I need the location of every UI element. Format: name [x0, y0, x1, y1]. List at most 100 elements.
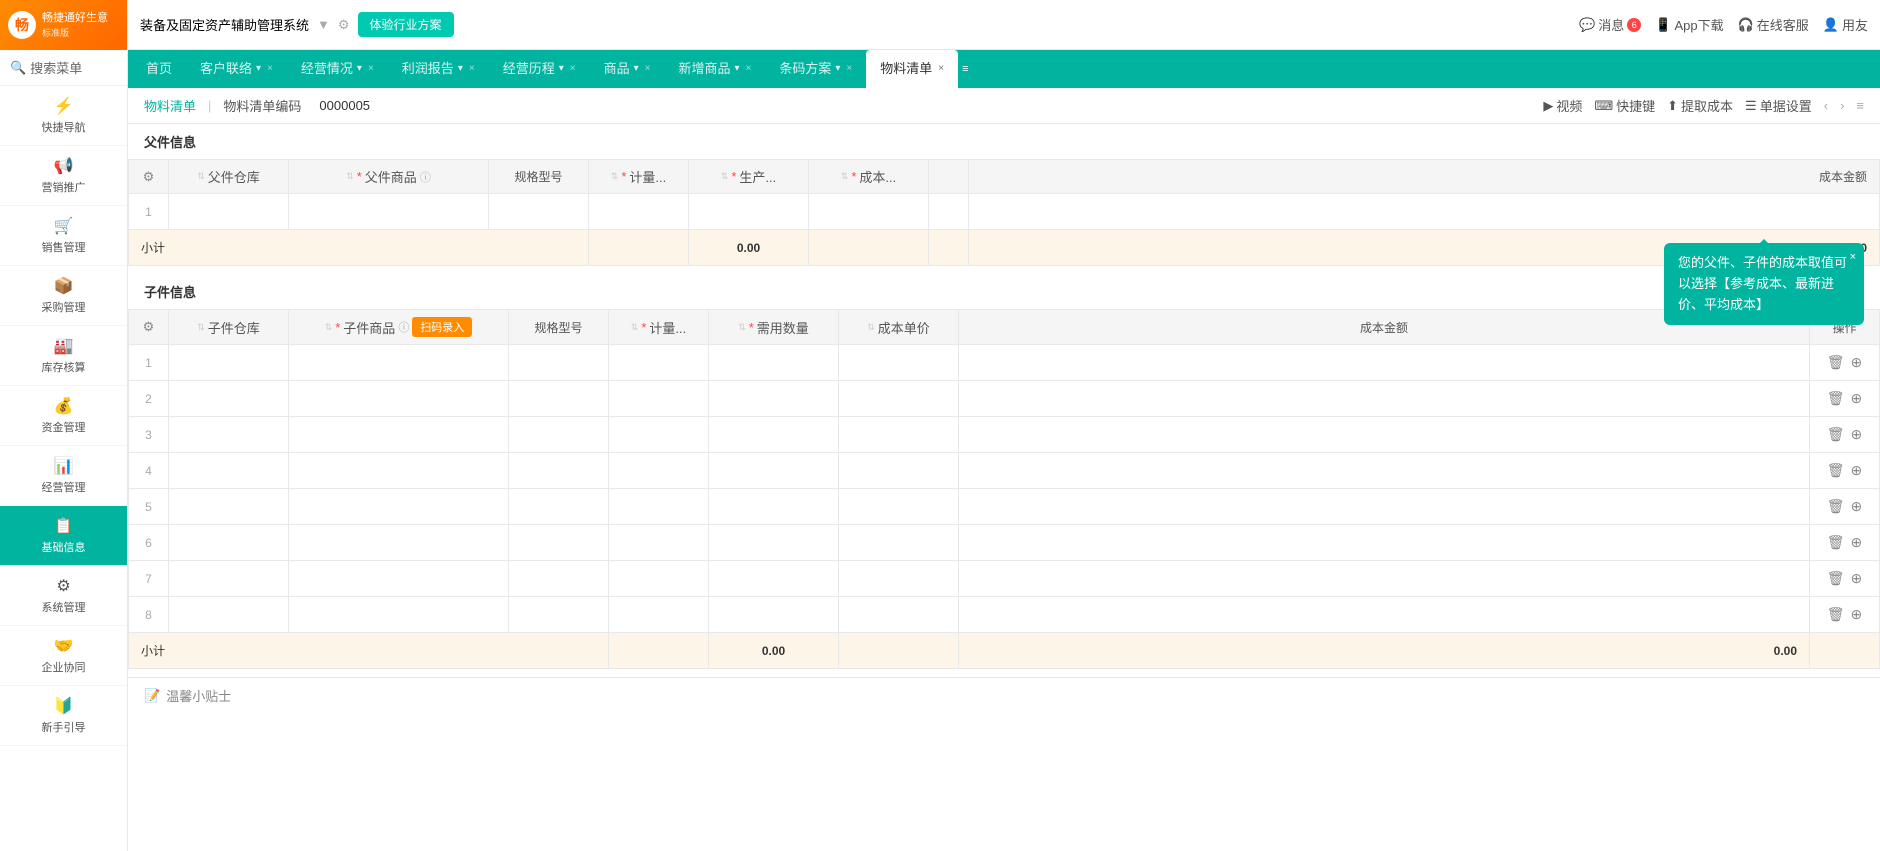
- close-icon[interactable]: ×: [645, 50, 651, 88]
- child-qty-cell[interactable]: [709, 417, 839, 453]
- close-all-tabs[interactable]: ≡: [962, 63, 968, 75]
- tab-barcode[interactable]: 条码方案 ▾ ×: [765, 50, 866, 88]
- child-warehouse-cell[interactable]: [169, 597, 289, 633]
- breadcrumb[interactable]: 物料清单: [144, 96, 196, 115]
- parent-produce-cell[interactable]: [689, 194, 809, 230]
- parent-warehouse-cell[interactable]: [169, 194, 289, 230]
- child-unit-price-cell[interactable]: [839, 381, 959, 417]
- child-unit-price-cell[interactable]: [839, 525, 959, 561]
- close-icon[interactable]: ×: [570, 50, 576, 88]
- child-qty-cell[interactable]: [709, 525, 839, 561]
- tab-operations-history[interactable]: 经营历程 ▾ ×: [489, 50, 590, 88]
- child-product-cell[interactable]: [289, 561, 509, 597]
- th-settings[interactable]: ⚙: [129, 160, 169, 194]
- child-product-cell[interactable]: [289, 345, 509, 381]
- child-spec-cell[interactable]: [509, 525, 609, 561]
- delete-icon[interactable]: 🗑: [1827, 606, 1845, 623]
- child-unit-price-cell[interactable]: [839, 417, 959, 453]
- sidebar-item-inventory[interactable]: 🏭 库存核算: [0, 326, 127, 386]
- gear-icon[interactable]: ⚙: [143, 169, 155, 184]
- close-icon[interactable]: ×: [267, 50, 273, 88]
- copy-icon[interactable]: ⊕: [1851, 570, 1863, 587]
- child-unit-cell[interactable]: [609, 453, 709, 489]
- tab-bom[interactable]: 物料清单 ×: [866, 50, 958, 88]
- child-product-cell[interactable]: [289, 381, 509, 417]
- child-unit-cell[interactable]: [609, 561, 709, 597]
- sidebar-item-quick-nav[interactable]: ⚡ 快捷导航: [0, 86, 127, 146]
- delete-icon[interactable]: 🗑: [1827, 390, 1845, 407]
- scan-input-button[interactable]: 扫码录入: [412, 317, 472, 337]
- sidebar-item-guide[interactable]: 🔰 新手引导: [0, 686, 127, 746]
- child-qty-cell[interactable]: [709, 597, 839, 633]
- child-spec-cell[interactable]: [509, 453, 609, 489]
- child-product-cell[interactable]: [289, 525, 509, 561]
- child-unit-cell[interactable]: [609, 597, 709, 633]
- child-warehouse-cell[interactable]: [169, 561, 289, 597]
- user-avatar[interactable]: 👤 用友: [1823, 15, 1868, 34]
- child-warehouse-cell[interactable]: [169, 345, 289, 381]
- copy-icon[interactable]: ⊕: [1851, 534, 1863, 551]
- copy-icon[interactable]: ⊕: [1851, 390, 1863, 407]
- app-download-button[interactable]: 📱 App下载: [1655, 15, 1723, 34]
- copy-icon[interactable]: ⊕: [1851, 462, 1863, 479]
- sidebar-item-sales[interactable]: 🛒 销售管理: [0, 206, 127, 266]
- child-unit-price-cell[interactable]: [839, 453, 959, 489]
- child-spec-cell[interactable]: [509, 489, 609, 525]
- table-view-button[interactable]: ≡: [1856, 98, 1864, 113]
- close-icon[interactable]: ×: [368, 50, 374, 88]
- settings-icon[interactable]: ⚙: [338, 17, 350, 33]
- delete-icon[interactable]: 🗑: [1827, 462, 1845, 479]
- child-unit-price-cell[interactable]: [839, 561, 959, 597]
- close-icon[interactable]: ×: [846, 50, 852, 88]
- sidebar-item-finance[interactable]: 💰 资金管理: [0, 386, 127, 446]
- child-unit-price-cell[interactable]: [839, 345, 959, 381]
- child-warehouse-cell[interactable]: [169, 381, 289, 417]
- tab-profit-report[interactable]: 利润报告 ▾ ×: [388, 50, 489, 88]
- child-product-cell[interactable]: [289, 453, 509, 489]
- child-spec-cell[interactable]: [509, 561, 609, 597]
- child-spec-cell[interactable]: [509, 345, 609, 381]
- nav-prev-button[interactable]: ‹: [1824, 98, 1828, 113]
- tooltip-close-button[interactable]: ×: [1850, 249, 1856, 267]
- info-icon[interactable]: ⓘ: [420, 169, 431, 185]
- child-spec-cell[interactable]: [509, 381, 609, 417]
- child-qty-cell[interactable]: [709, 453, 839, 489]
- gear-icon[interactable]: ⚙: [143, 319, 155, 334]
- sidebar-item-operations[interactable]: 📊 经营管理: [0, 446, 127, 506]
- child-unit-cell[interactable]: [609, 345, 709, 381]
- child-unit-cell[interactable]: [609, 489, 709, 525]
- child-qty-cell[interactable]: [709, 381, 839, 417]
- parent-unit-cell[interactable]: [589, 194, 689, 230]
- extract-cost-button[interactable]: ⬆ 提取成本: [1667, 96, 1733, 115]
- tab-operations-status[interactable]: 经营情况 ▾ ×: [287, 50, 388, 88]
- child-warehouse-cell[interactable]: [169, 453, 289, 489]
- child-unit-cell[interactable]: [609, 381, 709, 417]
- tab-products[interactable]: 商品 ▾ ×: [590, 50, 665, 88]
- parent-cost-cell[interactable]: [809, 194, 929, 230]
- search-menu[interactable]: 🔍 搜索菜单: [0, 50, 127, 86]
- child-qty-cell[interactable]: [709, 345, 839, 381]
- trial-button[interactable]: 体验行业方案: [358, 12, 454, 37]
- sidebar-item-system[interactable]: ⚙ 系统管理: [0, 566, 127, 626]
- tab-home[interactable]: 首页: [132, 50, 186, 88]
- parent-spec-cell[interactable]: [489, 194, 589, 230]
- tab-new-product[interactable]: 新增商品 ▾ ×: [664, 50, 765, 88]
- child-warehouse-cell[interactable]: [169, 489, 289, 525]
- child-product-cell[interactable]: [289, 597, 509, 633]
- info-icon[interactable]: ⓘ: [398, 319, 409, 335]
- online-service-button[interactable]: 🎧 在线客服: [1738, 15, 1809, 34]
- sidebar-item-basic-info[interactable]: 📋 基础信息: [0, 506, 127, 566]
- child-unit-cell[interactable]: [609, 417, 709, 453]
- child-unit-price-cell[interactable]: [839, 597, 959, 633]
- sidebar-item-purchase[interactable]: 📦 采购管理: [0, 266, 127, 326]
- child-unit-cell[interactable]: [609, 525, 709, 561]
- th-child-settings[interactable]: ⚙: [129, 310, 169, 345]
- delete-icon[interactable]: 🗑: [1827, 570, 1845, 587]
- single-settings-button[interactable]: ☰ 单据设置: [1745, 96, 1812, 115]
- child-qty-cell[interactable]: [709, 561, 839, 597]
- delete-icon[interactable]: 🗑: [1827, 354, 1845, 371]
- close-icon[interactable]: ×: [938, 50, 944, 88]
- copy-icon[interactable]: ⊕: [1851, 498, 1863, 515]
- close-icon[interactable]: ×: [469, 50, 475, 88]
- sidebar-item-marketing[interactable]: 📢 营销推广: [0, 146, 127, 206]
